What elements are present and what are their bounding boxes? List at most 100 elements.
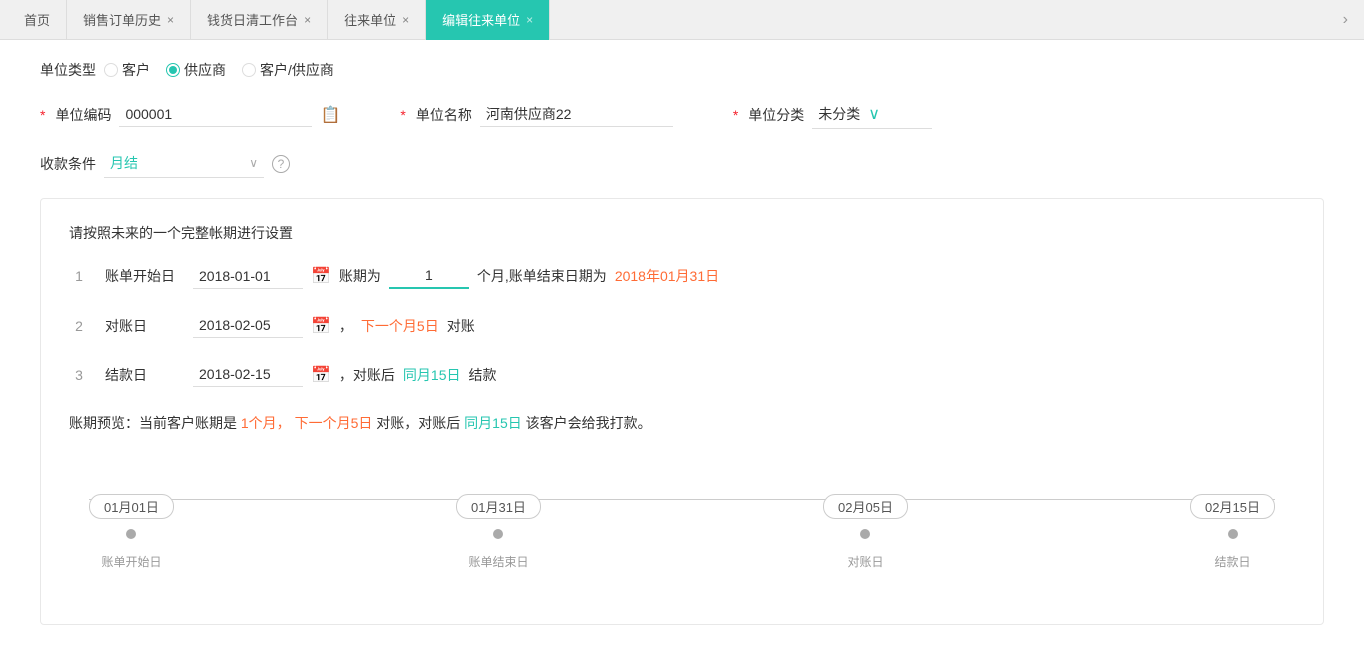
reconcile-next-label: 下一个月5日 (361, 316, 439, 336)
tab-cash-work[interactable]: 钱货日清工作台 × (191, 0, 328, 40)
period-section: 请按照未来的一个完整帐期进行设置 1 账单开始日 📅 账期为 个月,账单结束日期… (40, 198, 1324, 625)
tab-partner-close[interactable]: × (402, 13, 409, 27)
copy-icon[interactable]: 📋 (320, 105, 340, 125)
timeline-point-1: 01月01日 账单开始日 (89, 494, 174, 570)
tab-sales-history[interactable]: 销售订单历史 × (67, 0, 191, 40)
row-value-2: 📅 ， 下一个月5日 对账 (193, 313, 475, 338)
payment-same-month-label: 同月15日 (403, 365, 461, 385)
timeline-point-2: 01月31日 账单结束日 (456, 494, 541, 570)
preview-highlight1: 1个月， (241, 415, 291, 431)
timeline-point-3: 02月05日 对账日 (823, 494, 908, 570)
row-label-3: 结款日 (105, 365, 177, 385)
payment-term-dropdown[interactable]: 月结 ∨ (104, 149, 264, 178)
unit-category-label: 单位分类 (748, 105, 804, 125)
radio-supplier-circle (166, 63, 180, 77)
timeline-point-4: 02月15日 结款日 (1190, 494, 1275, 570)
unit-category-field: * 单位分类 未分类 ∨ (733, 100, 932, 129)
radio-both-label: 客户/供应商 (260, 60, 334, 80)
tab-sales-history-label: 销售订单历史 (83, 10, 161, 29)
unit-category-value: 未分类 (818, 104, 860, 124)
radio-customer[interactable]: 客户 (104, 60, 150, 80)
tab-edit-partner-label: 编辑往来单位 (442, 10, 520, 29)
unit-type-field: 单位类型 客户 供应商 客户/供应商 (40, 60, 334, 80)
timeline-desc-3: 对账日 (847, 553, 883, 570)
radio-both[interactable]: 客户/供应商 (242, 60, 334, 80)
preview-mid2: 对账，对账后 (376, 415, 460, 431)
main-content: 单位类型 客户 供应商 客户/供应商 * 单位编码 (0, 40, 1364, 665)
radio-both-circle (242, 63, 256, 77)
unit-type-row: 单位类型 客户 供应商 客户/供应商 (40, 60, 1324, 80)
unit-code-input[interactable] (119, 102, 312, 127)
tab-partner-label: 往来单位 (344, 10, 396, 29)
period-suffix-label: 个月,账单结束日期为 (477, 266, 607, 286)
radio-customer-label: 客户 (122, 60, 150, 80)
row-label-1: 账单开始日 (105, 266, 177, 286)
payment-date-calendar-icon[interactable]: 📅 (311, 365, 331, 385)
unit-code-field: * 单位编码 📋 (40, 102, 340, 127)
row-num-1: 1 (69, 268, 89, 284)
unit-name-label: 单位名称 (416, 105, 472, 125)
payment-term-label: 收款条件 (40, 154, 96, 174)
reconcile-date-calendar-icon[interactable]: 📅 (311, 316, 331, 336)
unit-category-required: * (733, 107, 738, 123)
payment-term-arrow-icon: ∨ (249, 156, 258, 170)
row-label-2: 对账日 (105, 316, 177, 336)
period-prefix-label: 账期为 (339, 266, 381, 286)
end-date-display: 2018年01月31日 (615, 266, 719, 286)
unit-category-dropdown[interactable]: 未分类 ∨ (812, 100, 932, 129)
row-num-3: 3 (69, 367, 89, 383)
timeline-dot-1 (126, 529, 136, 539)
start-date-input[interactable] (193, 264, 303, 289)
payment-date-input[interactable] (193, 362, 303, 387)
unit-code-required: * (40, 107, 45, 123)
timeline-wrapper: 01月01日 账单开始日 01月31日 账单结束日 02月05日 (69, 464, 1295, 600)
tab-sales-history-close[interactable]: × (167, 13, 174, 27)
payment-term-field: 收款条件 月结 ∨ ? (40, 149, 290, 178)
reconcile-suffix-post: 对账 (447, 316, 475, 336)
radio-supplier[interactable]: 供应商 (166, 60, 226, 80)
tab-more-button[interactable]: › (1335, 11, 1356, 29)
tab-edit-partner[interactable]: 编辑往来单位 × (426, 0, 550, 40)
timeline-dot-3 (860, 529, 870, 539)
unit-name-field: * 单位名称 (400, 102, 672, 127)
data-row-1: 1 账单开始日 📅 账期为 个月,账单结束日期为 2018年01月31日 (69, 263, 1295, 289)
section-title: 请按照未来的一个完整帐期进行设置 (69, 223, 1295, 243)
unit-code-label: 单位编码 (55, 105, 111, 125)
payment-suffix-post: 结款 (469, 365, 497, 385)
row-value-3: 📅 ，对账后 同月15日 结款 (193, 362, 497, 387)
timeline-desc-1: 账单开始日 (101, 553, 161, 570)
reconcile-suffix-pre: ， (339, 316, 353, 336)
unit-info-row: * 单位编码 📋 * 单位名称 * 单位分类 未分类 ∨ (40, 100, 1324, 129)
preview-text: 账期预览：当前客户账期是 1个月， 下一个月5日 对账，对账后 同月15日 该客… (69, 411, 1295, 436)
tab-partner[interactable]: 往来单位 × (328, 0, 426, 40)
reconcile-date-input[interactable] (193, 313, 303, 338)
row-value-1: 📅 账期为 个月,账单结束日期为 2018年01月31日 (193, 263, 719, 289)
unit-category-arrow-icon: ∨ (868, 104, 880, 124)
help-icon[interactable]: ? (272, 155, 290, 173)
timeline-desc-2: 账单结束日 (468, 553, 528, 570)
timeline-label-3: 02月05日 (823, 494, 908, 519)
radio-customer-circle (104, 63, 118, 77)
timeline-label-4: 02月15日 (1190, 494, 1275, 519)
timeline-desc-4: 结款日 (1215, 553, 1251, 570)
preview-mid1: 下一个月5日 (295, 415, 373, 431)
tab-cash-work-close[interactable]: × (304, 13, 311, 27)
timeline-dot-2 (493, 529, 503, 539)
tab-edit-partner-close[interactable]: × (526, 13, 533, 27)
preview-suffix: 该客户会给我打款。 (526, 415, 652, 431)
preview-highlight2: 同月15日 (464, 415, 522, 431)
start-date-calendar-icon[interactable]: 📅 (311, 266, 331, 286)
timeline-dot-4 (1228, 529, 1238, 539)
tab-home-label: 首页 (24, 10, 50, 29)
payment-suffix-pre: ，对账后 (339, 365, 395, 385)
unit-name-input[interactable] (480, 102, 673, 127)
tab-cash-work-label: 钱货日清工作台 (207, 10, 298, 29)
tab-home[interactable]: 首页 (8, 0, 67, 40)
radio-supplier-label: 供应商 (184, 60, 226, 80)
payment-term-row: 收款条件 月结 ∨ ? (40, 149, 1324, 178)
period-value-input[interactable] (389, 263, 469, 289)
data-row-2: 2 对账日 📅 ，下一个月5日 对账 (69, 313, 1295, 338)
unit-type-label: 单位类型 (40, 60, 96, 80)
payment-term-value: 月结 (110, 153, 241, 173)
timeline-label-1: 01月01日 (89, 494, 174, 519)
